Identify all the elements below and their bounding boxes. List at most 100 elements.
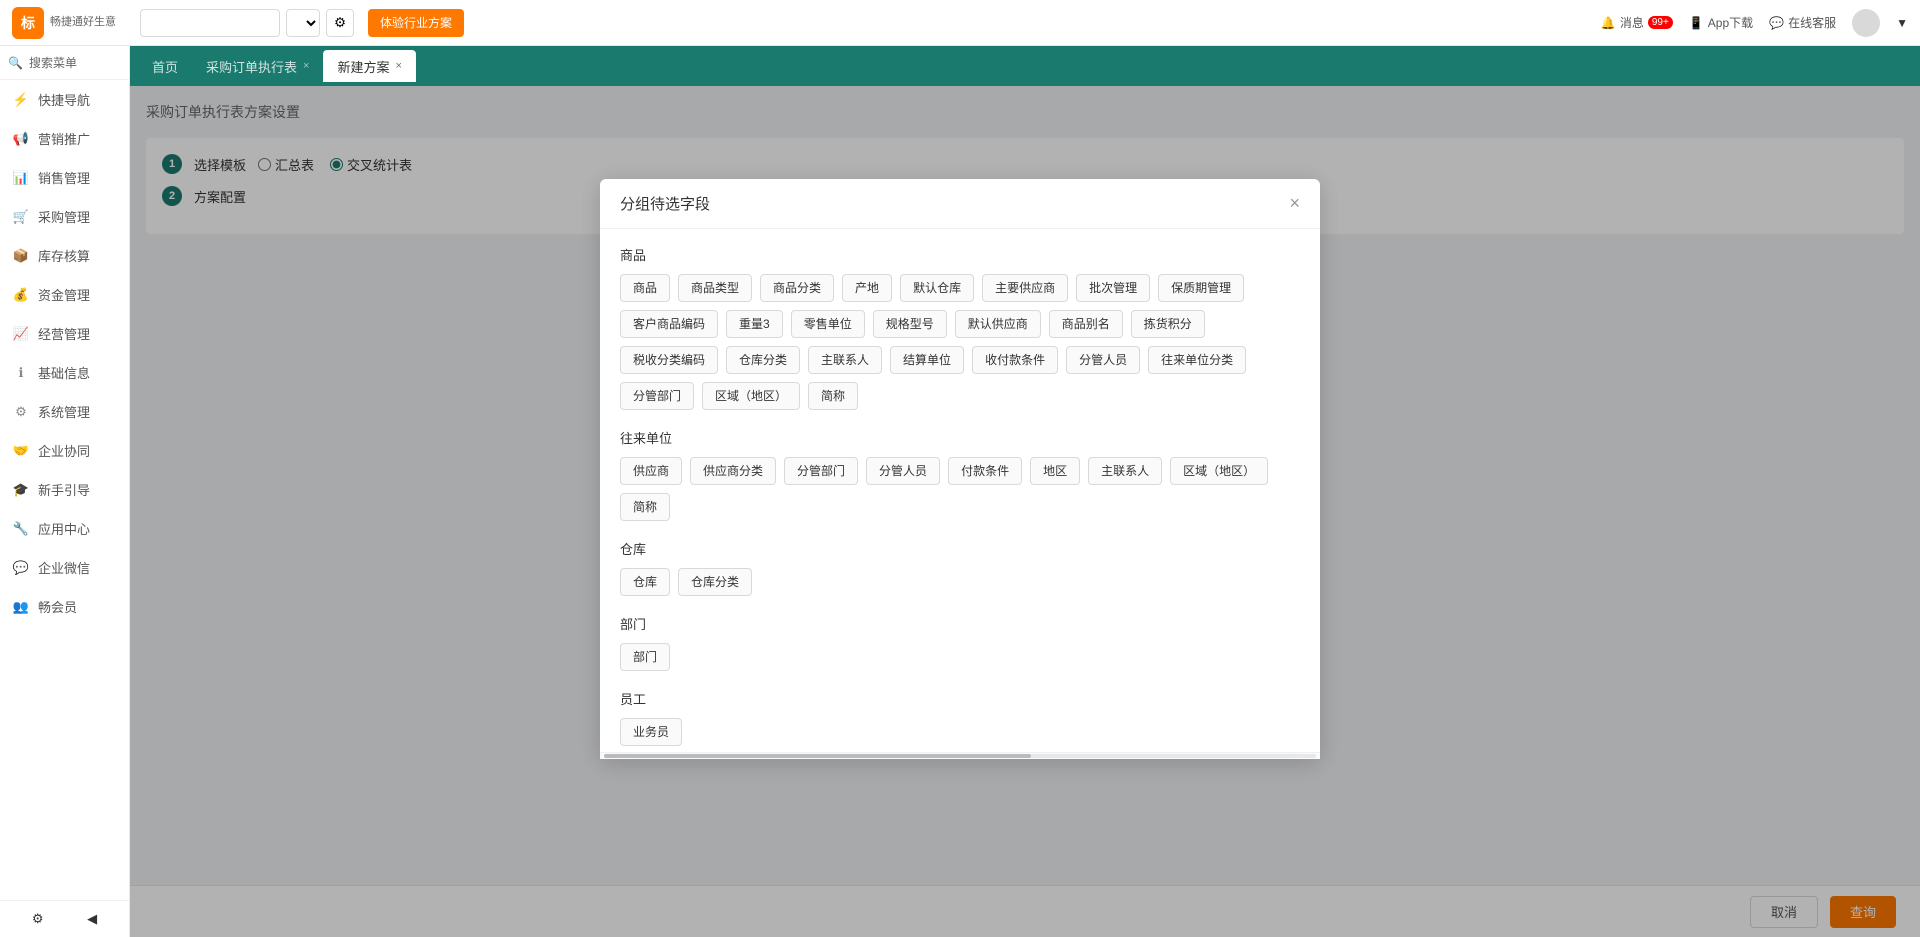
field-tag-1-7[interactable]: 区域（地区） bbox=[1170, 457, 1268, 485]
field-tag-0-18[interactable]: 结算单位 bbox=[890, 346, 964, 374]
logo: 标 畅捷通好生意 bbox=[12, 7, 132, 39]
search-area: ⚙ 体验行业方案 bbox=[140, 9, 464, 37]
field-tag-1-5[interactable]: 地区 bbox=[1030, 457, 1080, 485]
tab-home[interactable]: 首页 bbox=[138, 50, 192, 82]
modal-close-button[interactable]: × bbox=[1289, 193, 1300, 214]
tab-purchase-execution[interactable]: 采购订单执行表 × bbox=[192, 50, 323, 82]
field-tag-2-1[interactable]: 仓库分类 bbox=[678, 568, 752, 596]
field-tag-0-2[interactable]: 商品分类 bbox=[760, 274, 834, 302]
members-icon: 👥 bbox=[12, 598, 30, 616]
field-tag-1-1[interactable]: 供应商分类 bbox=[690, 457, 776, 485]
sidebar-item-guide[interactable]: 🎓 新手引导 bbox=[0, 470, 129, 509]
inventory-icon: 📦 bbox=[12, 247, 30, 265]
field-section-2: 仓库仓库仓库分类 bbox=[620, 539, 1300, 596]
gear-button[interactable]: ⚙ bbox=[326, 9, 354, 37]
app-icon: 📱 bbox=[1689, 16, 1704, 30]
field-tag-1-4[interactable]: 付款条件 bbox=[948, 457, 1022, 485]
section-title-0: 商品 bbox=[620, 245, 1300, 264]
experience-button[interactable]: 体验行业方案 bbox=[368, 9, 464, 37]
user-arrow: ▼ bbox=[1896, 16, 1908, 30]
settings-icon[interactable]: ⚙ bbox=[32, 911, 44, 927]
field-tag-0-1[interactable]: 商品类型 bbox=[678, 274, 752, 302]
sidebar-item-purchase[interactable]: 🛒 采购管理 bbox=[0, 197, 129, 236]
field-tag-0-7[interactable]: 保质期管理 bbox=[1158, 274, 1244, 302]
search-dropdown[interactable] bbox=[286, 9, 320, 37]
field-tag-2-0[interactable]: 仓库 bbox=[620, 568, 670, 596]
field-tag-0-15[interactable]: 税收分类编码 bbox=[620, 346, 718, 374]
nav-app-download[interactable]: 📱 App下载 bbox=[1689, 14, 1753, 31]
sales-icon: 📊 bbox=[12, 169, 30, 187]
field-tag-0-10[interactable]: 零售单位 bbox=[791, 310, 865, 338]
sidebar-item-basic-info[interactable]: ℹ 基础信息 bbox=[0, 353, 129, 392]
field-tag-0-0[interactable]: 商品 bbox=[620, 274, 670, 302]
field-tag-0-12[interactable]: 默认供应商 bbox=[955, 310, 1041, 338]
top-bar: 标 畅捷通好生意 ⚙ 体验行业方案 🔔 消息 99+ 📱 App下载 💬 在线客… bbox=[0, 0, 1920, 46]
field-tags-1: 供应商供应商分类分管部门分管人员付款条件地区主联系人区域（地区） 简称 bbox=[620, 457, 1300, 521]
marketing-icon: 📢 bbox=[12, 130, 30, 148]
sidebar-item-wechat[interactable]: 💬 企业微信 bbox=[0, 548, 129, 587]
sidebar-search[interactable]: 🔍 搜索菜单 bbox=[0, 46, 129, 80]
modal-title: 分组待选字段 bbox=[620, 193, 710, 214]
field-tag-1-8[interactable]: 简称 bbox=[620, 493, 670, 521]
field-tag-1-2[interactable]: 分管部门 bbox=[784, 457, 858, 485]
search-input[interactable] bbox=[140, 9, 280, 37]
field-tag-0-3[interactable]: 产地 bbox=[842, 274, 892, 302]
field-tags-3: 部门 bbox=[620, 643, 1300, 671]
field-tag-0-8[interactable]: 客户商品编码 bbox=[620, 310, 718, 338]
section-title-3: 部门 bbox=[620, 614, 1300, 633]
basic-info-icon: ℹ bbox=[12, 364, 30, 382]
field-section-1: 往来单位供应商供应商分类分管部门分管人员付款条件地区主联系人区域（地区）简称 bbox=[620, 428, 1300, 521]
sidebar-item-enterprise[interactable]: 🤝 企业协同 bbox=[0, 431, 129, 470]
modal-header: 分组待选字段 × bbox=[600, 179, 1320, 229]
sidebar-item-members[interactable]: 👥 畅会员 bbox=[0, 587, 129, 626]
wechat-icon: 💬 bbox=[12, 559, 30, 577]
sidebar: 🔍 搜索菜单 ⚡ 快捷导航 📢 营销推广 📊 销售管理 🛒 采购管理 📦 库存核… bbox=[0, 46, 130, 937]
field-tag-0-9[interactable]: 重量3 bbox=[726, 310, 783, 338]
field-tag-0-20[interactable]: 分管人员 bbox=[1066, 346, 1140, 374]
tab-close-purchase[interactable]: × bbox=[303, 60, 309, 72]
nav-message[interactable]: 🔔 消息 99+ bbox=[1601, 14, 1673, 31]
sidebar-item-shortcuts[interactable]: ⚡ 快捷导航 bbox=[0, 80, 129, 119]
tab-new-plan[interactable]: 新建方案 × bbox=[323, 50, 415, 82]
logo-text: 畅捷通好生意 bbox=[50, 16, 116, 29]
field-tag-0-19[interactable]: 收付款条件 bbox=[972, 346, 1058, 374]
field-tag-1-0[interactable]: 供应商 bbox=[620, 457, 682, 485]
field-tag-4-0[interactable]: 业务员 bbox=[620, 718, 682, 746]
shortcuts-icon: ⚡ bbox=[12, 91, 30, 109]
field-select-modal: 分组待选字段 × 商品商品商品类型商品分类产地默认仓库主要供应商批次管理保质期管… bbox=[600, 179, 1320, 759]
top-bar-right: 🔔 消息 99+ 📱 App下载 💬 在线客服 ▼ bbox=[1601, 9, 1908, 37]
sidebar-bottom: ⚙ ◀ bbox=[0, 900, 129, 937]
field-tag-3-0[interactable]: 部门 bbox=[620, 643, 670, 671]
field-tag-0-14[interactable]: 拣货积分 bbox=[1131, 310, 1205, 338]
collapse-icon[interactable]: ◀ bbox=[87, 911, 97, 927]
nav-online-support[interactable]: 💬 在线客服 bbox=[1769, 14, 1836, 31]
field-section-0: 商品商品商品类型商品分类产地默认仓库主要供应商批次管理保质期管理客户商品编码重量… bbox=[620, 245, 1300, 410]
sidebar-item-sales[interactable]: 📊 销售管理 bbox=[0, 158, 129, 197]
sidebar-item-system[interactable]: ⚙ 系统管理 bbox=[0, 392, 129, 431]
field-tag-0-22[interactable]: 分管部门 bbox=[620, 382, 694, 410]
modal-body[interactable]: 商品商品商品类型商品分类产地默认仓库主要供应商批次管理保质期管理客户商品编码重量… bbox=[600, 229, 1320, 753]
field-tag-0-11[interactable]: 规格型号 bbox=[873, 310, 947, 338]
section-title-4: 员工 bbox=[620, 689, 1300, 708]
avatar[interactable] bbox=[1852, 9, 1880, 37]
search-icon: 🔍 bbox=[8, 56, 23, 70]
sidebar-item-marketing[interactable]: 📢 营销推广 bbox=[0, 119, 129, 158]
field-tag-0-13[interactable]: 商品别名 bbox=[1049, 310, 1123, 338]
sidebar-item-finance[interactable]: 💰 资金管理 bbox=[0, 275, 129, 314]
field-tag-0-16[interactable]: 仓库分类 bbox=[726, 346, 800, 374]
sidebar-item-inventory[interactable]: 📦 库存核算 bbox=[0, 236, 129, 275]
field-tag-1-6[interactable]: 主联系人 bbox=[1088, 457, 1162, 485]
field-tag-1-3[interactable]: 分管人员 bbox=[866, 457, 940, 485]
sidebar-item-operation[interactable]: 📈 经营管理 bbox=[0, 314, 129, 353]
field-tag-0-23[interactable]: 区域（地区） bbox=[702, 382, 800, 410]
field-section-3: 部门部门 bbox=[620, 614, 1300, 671]
field-tag-0-21[interactable]: 往来单位分类 bbox=[1148, 346, 1246, 374]
field-tag-0-6[interactable]: 批次管理 bbox=[1076, 274, 1150, 302]
field-tag-0-24[interactable]: 简称 bbox=[808, 382, 858, 410]
tab-close-new-plan[interactable]: × bbox=[395, 60, 401, 72]
finance-icon: 💰 bbox=[12, 286, 30, 304]
field-tag-0-17[interactable]: 主联系人 bbox=[808, 346, 882, 374]
field-tag-0-5[interactable]: 主要供应商 bbox=[982, 274, 1068, 302]
field-tag-0-4[interactable]: 默认仓库 bbox=[900, 274, 974, 302]
sidebar-item-apps[interactable]: 🔧 应用中心 bbox=[0, 509, 129, 548]
